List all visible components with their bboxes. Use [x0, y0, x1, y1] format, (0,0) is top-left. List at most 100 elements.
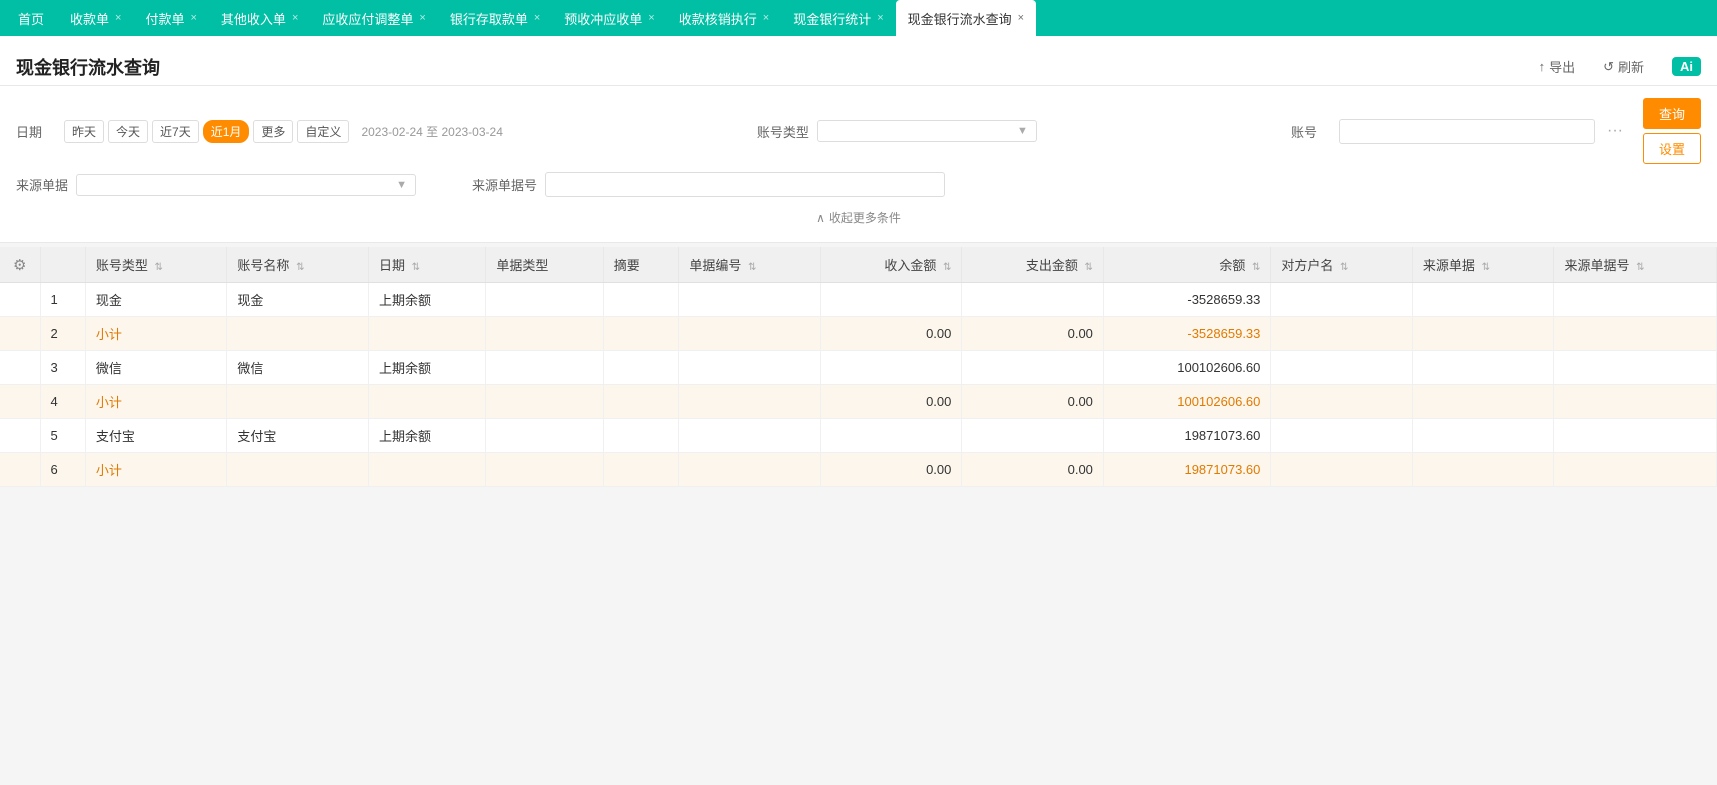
account-input[interactable]	[1348, 124, 1586, 139]
more-dots-icon[interactable]: ···	[1603, 122, 1627, 140]
close-receipt-icon[interactable]: ×	[115, 12, 121, 24]
table-cell	[603, 283, 679, 317]
table-cell	[1271, 419, 1413, 453]
table-cell	[1554, 317, 1717, 351]
col-account-name[interactable]: 账号名称 ⇅	[227, 247, 369, 283]
sort-date-icon: ⇅	[412, 262, 420, 273]
table-cell	[368, 317, 485, 351]
table-body: 1现金现金上期余额-3528659.332小计0.000.00-3528659.…	[0, 283, 1717, 487]
close-ar-ap-icon[interactable]: ×	[419, 12, 425, 24]
date-btn-custom[interactable]: 自定义	[297, 120, 349, 143]
table-row: 3微信微信上期余额100102606.60	[0, 351, 1717, 385]
table-cell: 3	[40, 351, 85, 385]
table-cell	[679, 385, 821, 419]
table-cell	[486, 351, 603, 385]
col-balance[interactable]: 余额 ⇅	[1103, 247, 1270, 283]
nav-receipt[interactable]: 收款单 ×	[58, 0, 133, 36]
close-cash-flow-icon[interactable]: ×	[1018, 12, 1024, 24]
col-counterparty[interactable]: 对方户名 ⇅	[1271, 247, 1413, 283]
col-doc-no[interactable]: 单据编号 ⇅	[679, 247, 821, 283]
table-cell: 1	[40, 283, 85, 317]
table-cell	[1271, 283, 1413, 317]
col-expense[interactable]: 支出金额 ⇅	[962, 247, 1104, 283]
col-summary: 摘要	[603, 247, 679, 283]
date-btn-1month[interactable]: 近1月	[203, 120, 250, 143]
table-cell: 0.00	[820, 317, 962, 351]
col-income[interactable]: 收入金额 ⇅	[820, 247, 962, 283]
nav-cash-stats[interactable]: 现金银行统计 ×	[781, 0, 895, 36]
nav-home[interactable]: 首页	[4, 0, 58, 36]
table-cell	[0, 419, 40, 453]
close-cash-stats-icon[interactable]: ×	[877, 12, 883, 24]
table-cell	[1271, 351, 1413, 385]
source-doc-num-input[interactable]	[554, 177, 936, 192]
table-cell	[1554, 419, 1717, 453]
table-cell	[1554, 385, 1717, 419]
source-doc-label: 来源单据	[16, 175, 68, 194]
table-cell	[603, 351, 679, 385]
sort-expense-icon: ⇅	[1085, 262, 1093, 273]
col-source-doc-no[interactable]: 来源单据号 ⇅	[1554, 247, 1717, 283]
nav-prepaid-offset[interactable]: 预收冲应收单 ×	[552, 0, 666, 36]
table-cell: 现金	[85, 283, 227, 317]
query-button[interactable]: 查询	[1643, 98, 1701, 129]
col-source-doc[interactable]: 来源单据 ⇅	[1412, 247, 1554, 283]
refresh-button[interactable]: ↺ 刷新	[1595, 53, 1652, 80]
close-prepaid-icon[interactable]: ×	[648, 12, 654, 24]
table-row: 6小计0.000.0019871073.60	[0, 453, 1717, 487]
table-cell	[227, 317, 369, 351]
table-row: 2小计0.000.00-3528659.33	[0, 317, 1717, 351]
date-btn-more[interactable]: 更多	[253, 120, 293, 143]
close-receipt-exec-icon[interactable]: ×	[763, 12, 769, 24]
nav-ar-ap-adjust[interactable]: 应收应付调整单 ×	[310, 0, 437, 36]
col-settings[interactable]: ⚙	[0, 247, 40, 283]
col-date[interactable]: 日期 ⇅	[368, 247, 485, 283]
table-cell	[603, 453, 679, 487]
sort-source-doc-icon: ⇅	[1482, 262, 1490, 273]
ai-badge[interactable]: Ai	[1672, 57, 1701, 76]
source-doc-select[interactable]: ▼	[76, 174, 416, 196]
export-icon: ↑	[1539, 59, 1546, 74]
table-cell	[820, 419, 962, 453]
nav-receipt-exec[interactable]: 收款核销执行 ×	[667, 0, 781, 36]
collapse-icon: ∧	[816, 211, 825, 225]
header-actions: ↑ 导出 ↺ 刷新 Ai	[1531, 53, 1701, 80]
account-type-label: 账号类型	[757, 122, 809, 141]
col-account-type[interactable]: 账号类型 ⇅	[85, 247, 227, 283]
table-cell	[820, 351, 962, 385]
nav-other-income[interactable]: 其他收入单 ×	[209, 0, 310, 36]
table-cell	[0, 283, 40, 317]
sort-balance-icon: ⇅	[1252, 262, 1260, 273]
source-doc-num-label: 来源单据号	[472, 175, 537, 194]
sort-account-type-icon: ⇅	[155, 262, 163, 273]
date-btn-yesterday[interactable]: 昨天	[64, 120, 104, 143]
nav-bank-deposit[interactable]: 银行存取款单 ×	[438, 0, 552, 36]
nav-cash-flow[interactable]: 现金银行流水查询 ×	[896, 0, 1036, 36]
table-cell	[0, 317, 40, 351]
date-label: 日期	[16, 122, 56, 141]
close-other-income-icon[interactable]: ×	[292, 12, 298, 24]
table-cell	[679, 317, 821, 351]
close-payment-icon[interactable]: ×	[190, 12, 196, 24]
close-bank-deposit-icon[interactable]: ×	[534, 12, 540, 24]
table-cell: 4	[40, 385, 85, 419]
date-btn-today[interactable]: 今天	[108, 120, 148, 143]
table-cell	[0, 351, 40, 385]
table-cell	[962, 419, 1104, 453]
nav-payment[interactable]: 付款单 ×	[133, 0, 208, 36]
table-cell: 小计	[85, 317, 227, 351]
sort-source-doc-no-icon: ⇅	[1636, 262, 1644, 273]
table-cell: 0.00	[962, 385, 1104, 419]
table-cell: 现金	[227, 283, 369, 317]
table-cell: 0.00	[962, 453, 1104, 487]
col-idx	[40, 247, 85, 283]
export-button[interactable]: ↑ 导出	[1531, 53, 1584, 80]
table-gear-icon[interactable]: ⚙	[13, 257, 26, 274]
collapse-bar[interactable]: ∧ 收起更多条件	[16, 205, 1701, 230]
table-cell: 上期余额	[368, 351, 485, 385]
table-cell	[603, 385, 679, 419]
table-cell: 19871073.60	[1103, 419, 1270, 453]
date-btn-7days[interactable]: 近7天	[152, 120, 199, 143]
settings-button[interactable]: 设置	[1643, 133, 1701, 164]
account-type-select[interactable]: ▼	[817, 120, 1037, 142]
